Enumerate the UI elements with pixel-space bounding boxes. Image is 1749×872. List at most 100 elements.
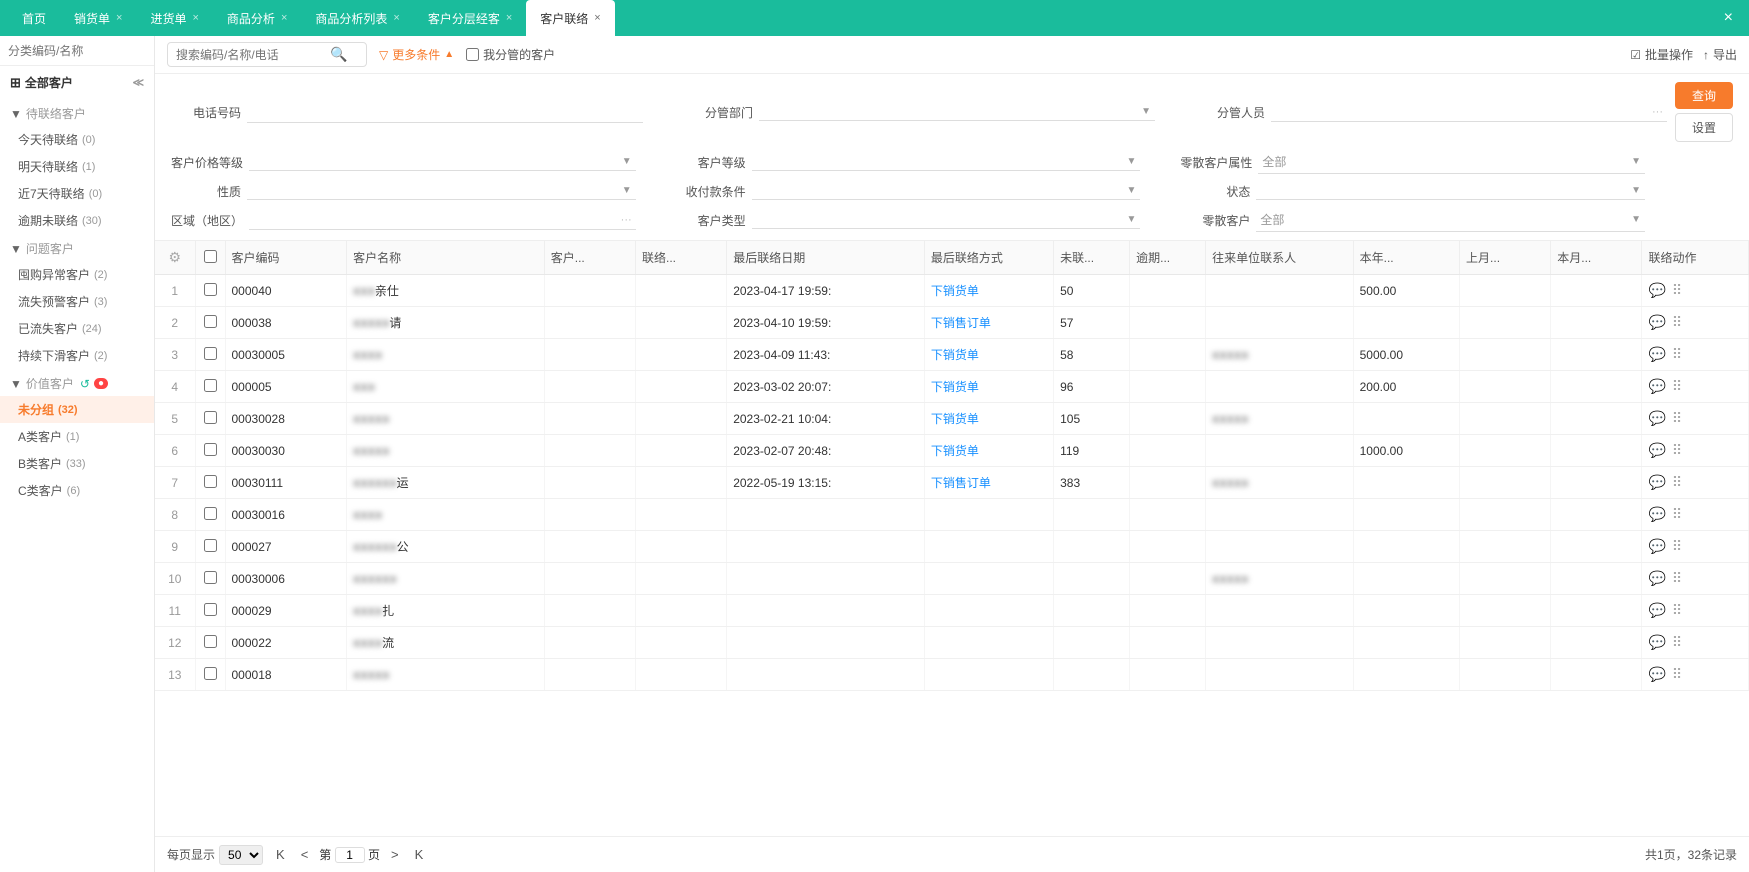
close-all-tabs[interactable]: × <box>1716 9 1741 27</box>
row-checkbox[interactable] <box>195 339 225 371</box>
payment-select[interactable]: ▼ <box>752 182 1141 200</box>
search-input[interactable] <box>176 48 326 62</box>
contact-icon[interactable]: 💬 <box>1648 634 1665 651</box>
customer-type-select[interactable]: ▼ <box>752 211 1141 229</box>
more-icon[interactable]: ⠿ <box>1672 346 1682 363</box>
more-filters-btn[interactable]: ▽ 更多条件 ▲ <box>379 46 454 63</box>
nav-goods-analysis-list[interactable]: 商品分析列表 × <box>301 0 413 36</box>
checkbox-col-header[interactable] <box>195 241 225 275</box>
more-icon[interactable]: ⠿ <box>1672 314 1682 331</box>
phone-input[interactable] <box>247 102 643 123</box>
row-checkbox[interactable] <box>195 307 225 339</box>
row-select-checkbox[interactable] <box>204 379 217 392</box>
sidebar-item-overdue[interactable]: 逾期未联络 (30) <box>0 207 154 234</box>
export-btn[interactable]: ↑ 导出 <box>1703 46 1737 63</box>
more-icon[interactable]: ⠿ <box>1672 538 1682 555</box>
more-icon[interactable]: ⠿ <box>1672 570 1682 587</box>
last-way-link[interactable]: 下销售订单 <box>931 476 991 490</box>
close-purchase-icon[interactable]: × <box>192 12 198 24</box>
scatter-customer-select[interactable]: 全部 ▼ <box>1256 208 1645 232</box>
row-select-checkbox[interactable] <box>204 603 217 616</box>
contact-icon[interactable]: 💬 <box>1648 506 1665 523</box>
row-select-checkbox[interactable] <box>204 635 217 648</box>
scatter-attr-select[interactable]: 全部 ▼ <box>1258 150 1645 174</box>
person-select[interactable]: ··· <box>1271 103 1667 122</box>
settings-col-header[interactable]: ⚙ <box>155 241 195 275</box>
more-icon[interactable]: ⠿ <box>1672 442 1682 459</box>
sidebar-item-hoarding[interactable]: 囤购异常客户 (2) <box>0 261 154 288</box>
row-select-checkbox[interactable] <box>204 283 217 296</box>
sidebar-item-churn-warning[interactable]: 流失预警客户 (3) <box>0 288 154 315</box>
sidebar-search-box[interactable]: 🔍 <box>0 36 154 66</box>
nav-goods-analysis[interactable]: 商品分析 × <box>213 0 301 36</box>
close-customer-contact-icon[interactable]: × <box>594 12 600 24</box>
dept-select[interactable]: ▼ <box>759 103 1155 121</box>
my-customers-checkbox[interactable]: 我分管的客户 <box>466 46 555 63</box>
row-checkbox[interactable] <box>195 467 225 499</box>
row-select-checkbox[interactable] <box>204 315 217 328</box>
last-way-link[interactable]: 下销货单 <box>931 380 979 394</box>
row-checkbox[interactable] <box>195 275 225 307</box>
sidebar-item-declining[interactable]: 持续下滑客户 (2) <box>0 342 154 369</box>
row-select-checkbox[interactable] <box>204 667 217 680</box>
row-last-way[interactable]: 下销货单 <box>924 275 1053 307</box>
status-select[interactable]: ▼ <box>1256 182 1645 200</box>
row-last-way[interactable]: 下销售订单 <box>924 467 1053 499</box>
next-page-btn[interactable]: > <box>386 845 404 864</box>
contact-icon[interactable]: 💬 <box>1648 538 1665 555</box>
contact-icon[interactable]: 💬 <box>1648 378 1665 395</box>
more-icon[interactable]: ⠿ <box>1672 474 1682 491</box>
nav-customer-contact[interactable]: 客户联络 × <box>526 0 614 36</box>
row-select-checkbox[interactable] <box>204 443 217 456</box>
row-checkbox[interactable] <box>195 563 225 595</box>
last-page-btn[interactable]: K <box>410 845 429 864</box>
row-checkbox[interactable] <box>195 531 225 563</box>
sidebar-item-unclassified[interactable]: 未分组 (32) <box>0 396 154 423</box>
row-last-way[interactable]: 下销售订单 <box>924 307 1053 339</box>
search-icon[interactable]: 🔍 <box>330 46 347 63</box>
row-select-checkbox[interactable] <box>204 475 217 488</box>
sidebar-all-customers[interactable]: ⊞ 全部客户 ≪ <box>0 66 154 99</box>
contact-icon[interactable]: 💬 <box>1648 474 1665 491</box>
my-customers-check[interactable] <box>466 48 479 61</box>
row-checkbox[interactable] <box>195 371 225 403</box>
nav-purchase[interactable]: 进货单 × <box>136 0 212 36</box>
row-select-checkbox[interactable] <box>204 411 217 424</box>
last-way-link[interactable]: 下销售订单 <box>931 316 991 330</box>
row-checkbox[interactable] <box>195 659 225 691</box>
close-goods-analysis-icon[interactable]: × <box>281 12 287 24</box>
row-last-way[interactable]: 下销货单 <box>924 371 1053 403</box>
contact-icon[interactable]: 💬 <box>1648 346 1665 363</box>
row-last-way[interactable]: 下销货单 <box>924 403 1053 435</box>
more-icon[interactable]: ⠿ <box>1672 506 1682 523</box>
search-button[interactable]: 查询 <box>1675 82 1733 109</box>
sidebar-group-problem[interactable]: ▼ 问题客户 <box>0 234 154 261</box>
close-customer-layer-icon[interactable]: × <box>506 12 512 24</box>
sidebar-item-a-class[interactable]: A类客户 (1) <box>0 423 154 450</box>
sidebar-group-value[interactable]: ▼ 价值客户 ↺ ● <box>0 369 154 396</box>
sidebar-item-7days[interactable]: 近7天待联络 (0) <box>0 180 154 207</box>
row-checkbox[interactable] <box>195 627 225 659</box>
last-way-link[interactable]: 下销货单 <box>931 348 979 362</box>
row-last-way[interactable]: 下销货单 <box>924 339 1053 371</box>
row-select-checkbox[interactable] <box>204 571 217 584</box>
row-last-way[interactable]: 下销货单 <box>924 435 1053 467</box>
contact-icon[interactable]: 💬 <box>1648 442 1665 459</box>
price-level-select[interactable]: ▼ <box>249 153 636 171</box>
collapse-sidebar-icon[interactable]: ≪ <box>132 76 144 89</box>
row-select-checkbox[interactable] <box>204 539 217 552</box>
more-icon[interactable]: ⠿ <box>1672 634 1682 651</box>
more-icon[interactable]: ⠿ <box>1672 666 1682 683</box>
customer-level-select[interactable]: ▼ <box>752 153 1141 171</box>
reset-button[interactable]: 设置 <box>1675 113 1733 142</box>
last-way-link[interactable]: 下销货单 <box>931 444 979 458</box>
sidebar-group-pending[interactable]: ▼ 待联络客户 <box>0 99 154 126</box>
sidebar-item-tomorrow[interactable]: 明天待联络 (1) <box>0 153 154 180</box>
batch-op-btn[interactable]: ☑ 批量操作 <box>1630 46 1693 63</box>
sidebar-item-today[interactable]: 今天待联络 (0) <box>0 126 154 153</box>
page-number-input[interactable] <box>335 847 365 863</box>
row-select-checkbox[interactable] <box>204 507 217 520</box>
select-all-checkbox[interactable] <box>204 250 217 263</box>
region-select[interactable]: ··· <box>249 211 636 230</box>
first-page-btn[interactable]: K <box>271 845 290 864</box>
